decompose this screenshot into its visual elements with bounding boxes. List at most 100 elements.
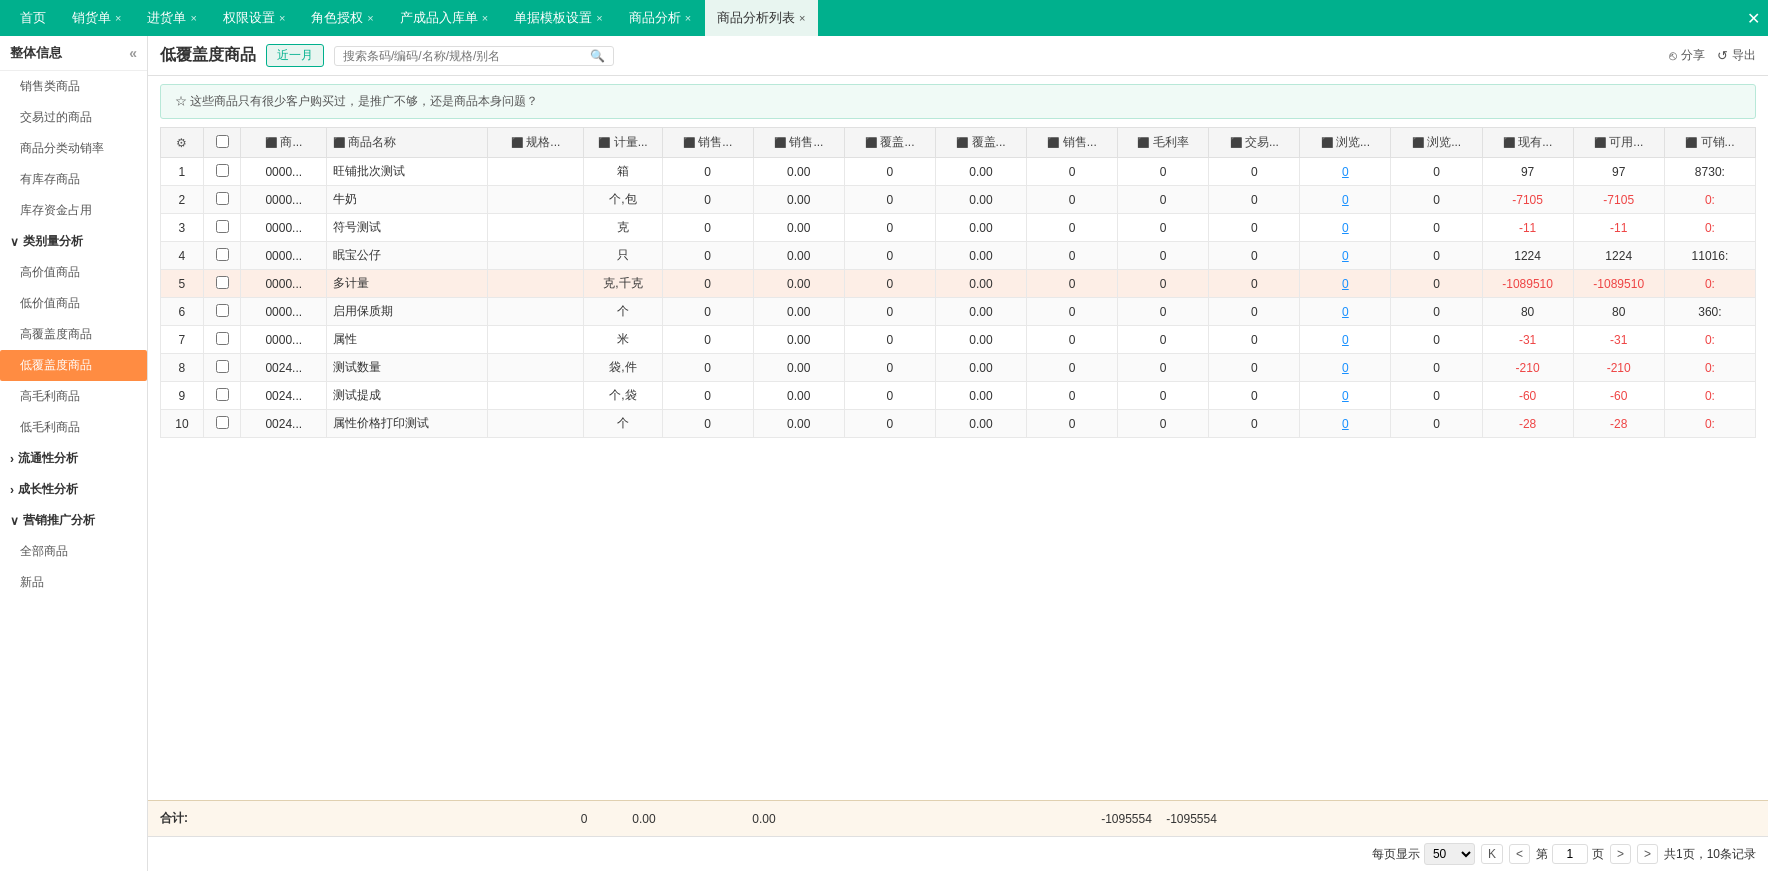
nav-permissions[interactable]: 权限设置 × [211,0,297,36]
cell-browse1[interactable]: 0 [1300,242,1391,270]
cell-check[interactable] [203,270,241,298]
th-sellable[interactable]: ⬛ 可销... [1664,128,1755,158]
sidebar-item-all-products[interactable]: 全部商品 [0,536,147,567]
row-checkbox[interactable] [216,220,229,233]
row-checkbox[interactable] [216,276,229,289]
cell-browse1[interactable]: 0 [1300,158,1391,186]
cell-browse1[interactable]: 0 [1300,354,1391,382]
row-checkbox[interactable] [216,388,229,401]
browse-link[interactable]: 0 [1342,221,1349,235]
browse-link[interactable]: 0 [1342,249,1349,263]
th-browse2[interactable]: ⬛ 浏览... [1391,128,1482,158]
cell-check[interactable] [203,326,241,354]
cell-browse1[interactable]: 0 [1300,186,1391,214]
first-page-button[interactable]: K [1481,844,1503,864]
nav-template-settings-close-icon[interactable]: × [596,12,602,24]
search-input[interactable] [343,49,586,63]
sidebar-item-sales-products[interactable]: 销售类商品 [0,71,147,102]
nav-role-auth[interactable]: 角色授权 × [299,0,385,36]
sidebar-group-marketing[interactable]: ∨ 营销推广分析 [0,505,147,536]
row-checkbox[interactable] [216,416,229,429]
sidebar-item-low-gross[interactable]: 低毛利商品 [0,412,147,443]
sidebar-item-low-coverage[interactable]: 低覆盖度商品 [0,350,147,381]
row-checkbox[interactable] [216,248,229,261]
period-button[interactable]: 近一月 [266,44,324,67]
row-checkbox[interactable] [216,192,229,205]
page-number-input[interactable] [1552,844,1588,864]
sidebar-group-category-analysis[interactable]: ∨ 类别量分析 [0,226,147,257]
cell-check[interactable] [203,354,241,382]
cell-browse1[interactable]: 0 [1300,410,1391,438]
cell-browse1[interactable]: 0 [1300,214,1391,242]
cell-browse1[interactable]: 0 [1300,270,1391,298]
per-page-select[interactable]: 50 10 20 100 [1424,843,1475,865]
data-table-container[interactable]: ⚙ ⬛ 商... ⬛ 商品名称 ⬛ 规格... ⬛ 计量... ⬛ 销售... … [160,127,1756,800]
select-all-checkbox[interactable] [216,135,229,148]
th-spec[interactable]: ⬛ 规格... [487,128,583,158]
row-checkbox[interactable] [216,164,229,177]
nav-product-analysis-close-icon[interactable]: × [685,12,691,24]
th-sales-count[interactable]: ⬛ 销售... [662,128,753,158]
sidebar-item-high-value[interactable]: 高价值商品 [0,257,147,288]
th-settings[interactable]: ⚙ [161,128,204,158]
nav-sales-order-close-icon[interactable]: × [115,12,121,24]
th-browse1[interactable]: ⬛ 浏览... [1300,128,1391,158]
next-page-button[interactable]: > [1610,844,1631,864]
search-icon[interactable]: 🔍 [590,49,605,63]
prev-page-button[interactable]: < [1509,844,1530,864]
cell-check[interactable] [203,214,241,242]
sidebar-group-liquidity[interactable]: › 流通性分析 [0,443,147,474]
browse-link[interactable]: 0 [1342,389,1349,403]
browse-link[interactable]: 0 [1342,193,1349,207]
cell-check[interactable] [203,158,241,186]
browse-link[interactable]: 0 [1342,277,1349,291]
browse-link[interactable]: 0 [1342,333,1349,347]
cell-browse1[interactable]: 0 [1300,326,1391,354]
cell-check[interactable] [203,298,241,326]
sidebar-item-high-gross[interactable]: 高毛利商品 [0,381,147,412]
sidebar-item-new-products[interactable]: 新品 [0,567,147,598]
sidebar-item-traded-products[interactable]: 交易过的商品 [0,102,147,133]
th-sales-amount[interactable]: ⬛ 销售... [753,128,844,158]
nav-role-auth-close-icon[interactable]: × [367,12,373,24]
browse-link[interactable]: 0 [1342,165,1349,179]
nav-purchase-order[interactable]: 进货单 × [135,0,208,36]
th-name[interactable]: ⬛ 商品名称 [327,128,488,158]
nav-product-analysis[interactable]: 商品分析 × [617,0,703,36]
th-sales-x[interactable]: ⬛ 销售... [1027,128,1118,158]
app-close-icon[interactable]: ✕ [1747,9,1760,28]
nav-product-analysis-list-close-icon[interactable]: × [799,12,805,24]
nav-product-inbound[interactable]: 产成品入库单 × [388,0,500,36]
cell-check[interactable] [203,410,241,438]
nav-purchase-order-close-icon[interactable]: × [190,12,196,24]
th-cover2[interactable]: ⬛ 覆盖... [935,128,1026,158]
th-available[interactable]: ⬛ 可用... [1573,128,1664,158]
sidebar-group-growth[interactable]: › 成长性分析 [0,474,147,505]
nav-template-settings[interactable]: 单据模板设置 × [502,0,614,36]
cell-browse1[interactable]: 0 [1300,298,1391,326]
sidebar-collapse-button[interactable]: « [129,45,137,61]
nav-product-analysis-list[interactable]: 商品分析列表 × [705,0,817,36]
browse-link[interactable]: 0 [1342,305,1349,319]
row-checkbox[interactable] [216,332,229,345]
settings-icon[interactable]: ⚙ [176,136,187,150]
nav-product-inbound-close-icon[interactable]: × [482,12,488,24]
share-button[interactable]: ⎋ 分享 [1669,47,1705,64]
th-cover1[interactable]: ⬛ 覆盖... [844,128,935,158]
cell-browse1[interactable]: 0 [1300,382,1391,410]
sidebar-item-category-turnover[interactable]: 商品分类动销率 [0,133,147,164]
th-current[interactable]: ⬛ 现有... [1482,128,1573,158]
row-checkbox[interactable] [216,304,229,317]
sidebar-item-in-stock[interactable]: 有库存商品 [0,164,147,195]
cell-check[interactable] [203,186,241,214]
th-trans[interactable]: ⬛ 交易... [1209,128,1300,158]
cell-check[interactable] [203,242,241,270]
th-check[interactable] [203,128,241,158]
nav-permissions-close-icon[interactable]: × [279,12,285,24]
nav-home[interactable]: 首页 [8,0,58,36]
cell-check[interactable] [203,382,241,410]
sidebar-item-high-coverage[interactable]: 高覆盖度商品 [0,319,147,350]
browse-link[interactable]: 0 [1342,417,1349,431]
browse-link[interactable]: 0 [1342,361,1349,375]
nav-sales-order[interactable]: 销货单 × [60,0,133,36]
